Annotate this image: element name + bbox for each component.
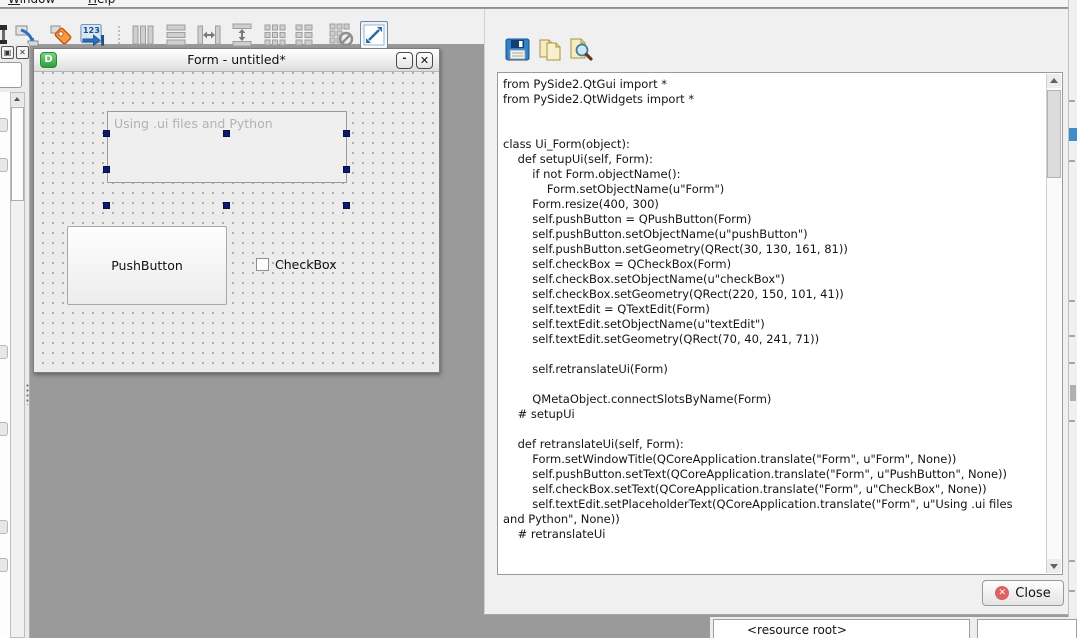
row-edge (1069, 590, 1075, 592)
row-edge (1069, 560, 1075, 562)
form-editor-window: D Form - untitled* - ✕ Using .ui files a… (33, 48, 440, 373)
window-accelerator-underline (8, 4, 20, 5)
close-button-label: Close (1015, 586, 1050, 601)
row-edge (1069, 300, 1075, 302)
save-glyph (505, 37, 530, 62)
row-edge (1069, 420, 1075, 422)
layout-horizontal-glyph (131, 23, 155, 47)
property-editor-sliver (1068, 0, 1077, 617)
code-text: from PySide2.QtGui import * from PySide2… (503, 77, 1042, 542)
code-view[interactable]: from PySide2.QtGui import * from PySide2… (497, 72, 1063, 575)
dock-splitter-handle[interactable] (26, 383, 29, 405)
selection-handle-se[interactable] (343, 202, 350, 209)
layout-h-splitter-glyph (197, 23, 221, 47)
row-edge (1069, 362, 1075, 364)
toolbar-separator (118, 25, 120, 45)
scrollbar-thumb[interactable] (1070, 385, 1076, 401)
close-window-button[interactable]: ✕ (416, 52, 433, 69)
textedit-placeholder: Using .ui files and Python (114, 116, 273, 131)
save-icon[interactable] (505, 37, 530, 62)
selected-row-edge (1069, 128, 1077, 141)
form-window-titlebar[interactable]: D Form - untitled* - ✕ (34, 49, 439, 72)
adjust-size-glyph (363, 24, 385, 46)
layout-grid-glyph (263, 23, 287, 47)
lay-out-vertically-in-splitter-icon[interactable] (229, 22, 255, 48)
dock-float-icon[interactable]: ▣ (1, 46, 14, 59)
view-code-dialog: from PySide2.QtGui import * from PySide2… (484, 9, 1068, 615)
widget-category-item[interactable] (0, 558, 8, 572)
minimize-button[interactable]: - (396, 52, 413, 69)
selection-handle-nw[interactable] (103, 130, 110, 137)
scroll-up-icon[interactable] (11, 93, 24, 106)
scrollbar-thumb[interactable] (1047, 90, 1061, 178)
edit-tab-order-icon[interactable]: 123 (79, 22, 105, 48)
lay-out-horizontally-in-splitter-icon[interactable] (196, 22, 222, 48)
resource-root-item[interactable]: <resource root> (747, 623, 847, 637)
resource-browser-panel: <resource root> (710, 617, 1077, 638)
selection-handle-ne[interactable] (343, 130, 350, 137)
layout-vertical-glyph (164, 23, 188, 47)
menu-bar: Window Help (0, 0, 1077, 8)
widget-category-item[interactable] (0, 118, 8, 132)
lay-out-horizontally-icon[interactable] (130, 22, 156, 48)
selection-handle-e[interactable] (343, 166, 350, 173)
scroll-up-icon[interactable] (1047, 74, 1061, 88)
lay-out-in-form-layout-icon[interactable] (293, 22, 315, 48)
layout-v-splitter-glyph (230, 23, 254, 47)
main-toolbar: 123 (0, 9, 484, 44)
resource-file-list[interactable] (977, 619, 1077, 638)
textedit-widget[interactable]: Using .ui files and Python (107, 111, 347, 183)
selection-handle-w[interactable] (103, 166, 110, 173)
widget-category-item[interactable] (0, 345, 8, 359)
close-dialog-button[interactable]: ✕ Close (982, 580, 1064, 606)
tab-order-glyph: 123 (79, 22, 105, 49)
edit-buddies-icon[interactable] (48, 22, 74, 48)
find-glyph (568, 37, 594, 63)
lay-out-in-grid-icon[interactable] (262, 22, 288, 48)
widget-category-item[interactable] (0, 520, 8, 534)
close-icon: ✕ (995, 586, 1009, 600)
row-edge (1069, 335, 1075, 337)
svg-text:123: 123 (83, 25, 100, 35)
copy-icon[interactable] (537, 37, 562, 62)
dock-close-icon[interactable]: ✕ (16, 46, 29, 59)
form-canvas[interactable]: Using .ui files and Python PushButton Ch… (34, 72, 439, 372)
selection-handle-n[interactable] (223, 130, 230, 137)
row-edge (1069, 160, 1075, 162)
widget-category-item[interactable] (0, 422, 8, 436)
scrollbar-thumb[interactable] (11, 107, 24, 201)
resource-tree[interactable]: <resource root> (713, 619, 970, 638)
break-layout-icon[interactable] (328, 22, 354, 48)
checkbox-label: CheckBox (275, 257, 337, 272)
selection-handle-sw[interactable] (103, 202, 110, 209)
find-icon[interactable] (568, 37, 593, 62)
widget-box-scrollbar[interactable] (10, 92, 25, 638)
widget-category-item[interactable] (0, 158, 8, 172)
lay-out-vertically-icon[interactable] (163, 22, 189, 48)
break-layout-glyph (328, 22, 354, 48)
checkbox-widget[interactable]: CheckBox (256, 257, 337, 272)
form-window-title: Form - untitled* (34, 52, 439, 67)
menu-item-window[interactable]: Window (8, 0, 55, 6)
checkbox-indicator[interactable] (256, 258, 269, 271)
widget-box-list[interactable] (0, 92, 10, 638)
widget-filter-input[interactable] (0, 62, 22, 88)
menu-item-help[interactable]: Help (88, 0, 115, 6)
widget-box-panel: ▣ ✕ (0, 44, 30, 638)
selection-handle-s[interactable] (223, 202, 230, 209)
layout-form-glyph (294, 23, 314, 47)
code-scrollbar[interactable] (1046, 74, 1061, 573)
copy-glyph (537, 37, 564, 63)
scroll-down-icon[interactable] (1047, 559, 1061, 573)
buddies-glyph (48, 22, 74, 48)
adjust-size-icon[interactable] (360, 21, 388, 49)
help-accelerator-underline (88, 4, 97, 5)
row-edge (1069, 100, 1075, 102)
pushbutton-widget[interactable]: PushButton (67, 226, 227, 305)
